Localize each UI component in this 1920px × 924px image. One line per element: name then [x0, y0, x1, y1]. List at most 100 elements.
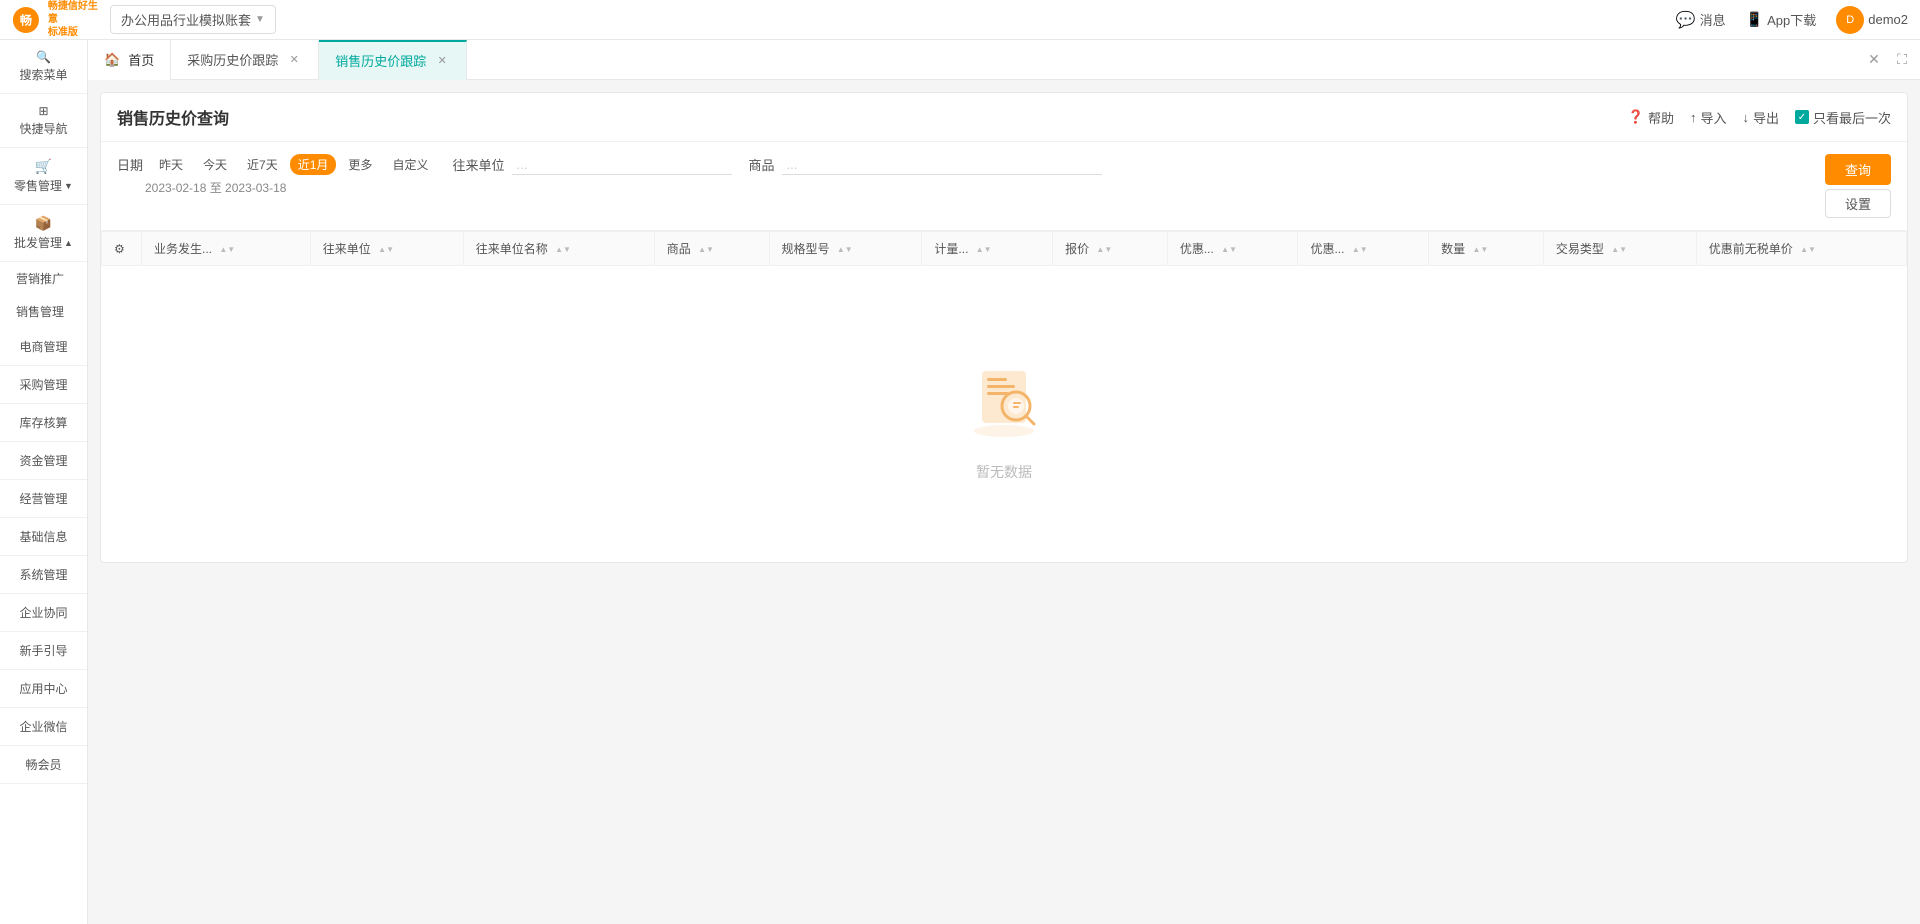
- arrow-up-icon2: ▲: [64, 238, 73, 248]
- sidebar-item-enterprise-collab[interactable]: 企业协同: [0, 594, 87, 632]
- top-bar: 畅 畅捷信好生意 标准版 办公用品行业模拟账套 ▼ 💬 消息 📱 App下载 D…: [0, 0, 1920, 40]
- settings-button[interactable]: 设置: [1825, 189, 1891, 218]
- chevron-down-icon: ▼: [255, 14, 265, 25]
- sidebar-item-inventory[interactable]: 库存核算: [0, 404, 87, 442]
- th-biz-date[interactable]: 业务发生... ▲▼: [142, 232, 311, 266]
- filter-fields: 日期 昨天 今天 近7天 近1月 更多 自定义: [117, 154, 1801, 196]
- tab-sales-history[interactable]: 销售历史价跟踪 ✕: [319, 40, 467, 80]
- th-partner-name[interactable]: 往来单位名称 ▲▼: [463, 232, 654, 266]
- sidebar-sub-sales-mgmt[interactable]: 销售管理: [0, 295, 87, 328]
- th-trade-type[interactable]: 交易类型 ▲▼: [1543, 232, 1696, 266]
- sidebar-item-vip-member[interactable]: 畅会员: [0, 746, 87, 784]
- tab-close-purchase[interactable]: ✕: [286, 52, 302, 68]
- logo-area: 畅 畅捷信好生意 标准版: [12, 0, 100, 39]
- export-btn[interactable]: ↓ 导出: [1742, 108, 1779, 127]
- wholesale-icon: 📦: [35, 215, 52, 232]
- table-body: 暂无数据: [102, 266, 1907, 563]
- tab-bar: 🏠 首页 采购历史价跟踪 ✕ 销售历史价跟踪 ✕ ✕ ⛶: [88, 40, 1920, 80]
- sidebar-sub-marketing[interactable]: 营销推广: [0, 262, 87, 295]
- sidebar-item-search-menu[interactable]: 🔍 搜索菜单: [0, 40, 87, 94]
- import-icon: ↑: [1690, 110, 1697, 125]
- download-icon: 📱: [1746, 11, 1763, 28]
- date-opt-1month[interactable]: 近1月: [290, 154, 337, 175]
- view-last-only-checkbox[interactable]: ✓ 只看最后一次: [1795, 108, 1891, 127]
- date-filter-group: 日期 昨天 今天 近7天 近1月 更多 自定义: [117, 154, 436, 175]
- th-unit[interactable]: 计量... ▲▼: [922, 232, 1053, 266]
- export-icon: ↓: [1742, 110, 1749, 125]
- tab-close-sales[interactable]: ✕: [434, 53, 450, 69]
- date-opt-7days[interactable]: 近7天: [239, 154, 286, 175]
- sort-icon-quote: ▲▼: [1096, 246, 1112, 254]
- app-selector[interactable]: 办公用品行业模拟账套 ▼: [110, 5, 276, 34]
- th-pretax-price[interactable]: 优惠前无税单价 ▲▼: [1696, 232, 1906, 266]
- page-card: 销售历史价查询 ❓ 帮助 ↑ 导入 ↓ 导出: [100, 92, 1908, 563]
- sidebar-item-finance[interactable]: 资金管理: [0, 442, 87, 480]
- help-icon: ❓: [1628, 109, 1644, 125]
- home-icon: 🏠: [104, 52, 120, 68]
- date-range-display: 2023-02-18 至 2023-03-18: [145, 179, 286, 196]
- sidebar-item-basic-info[interactable]: 基础信息: [0, 518, 87, 556]
- filter-row-1: 日期 昨天 今天 近7天 近1月 更多 自定义: [117, 154, 1801, 175]
- sidebar-item-system[interactable]: 系统管理: [0, 556, 87, 594]
- close-all-tabs-btn[interactable]: ✕: [1864, 50, 1884, 70]
- help-btn[interactable]: ❓ 帮助: [1628, 108, 1674, 127]
- query-button[interactable]: 查询: [1825, 154, 1891, 185]
- sidebar-item-operations[interactable]: 经营管理: [0, 480, 87, 518]
- page-title: 销售历史价查询: [117, 105, 229, 129]
- partner-filter-input[interactable]: ...: [512, 155, 732, 175]
- date-opt-more[interactable]: 更多: [340, 154, 380, 175]
- user-avatar-area[interactable]: D demo2: [1836, 6, 1908, 34]
- page-header: 销售历史价查询 ❓ 帮助 ↑ 导入 ↓ 导出: [101, 93, 1907, 142]
- sort-icon-quantity: ▲▼: [1472, 246, 1488, 254]
- date-filter-label: 日期: [117, 155, 143, 174]
- sidebar-item-new-guide[interactable]: 新手引导: [0, 632, 87, 670]
- gear-icon: ⚙: [114, 242, 125, 256]
- tab-home[interactable]: 🏠 首页: [88, 40, 171, 80]
- sidebar-item-wholesale-mgmt[interactable]: 📦 批发管理 ▲: [0, 205, 87, 262]
- empty-text: 暂无数据: [976, 462, 1032, 482]
- sidebar-item-app-center[interactable]: 应用中心: [0, 670, 87, 708]
- sidebar-item-quick-nav[interactable]: ⊞ 快捷导航: [0, 94, 87, 148]
- page-content: 销售历史价查询 ❓ 帮助 ↑ 导入 ↓ 导出: [88, 80, 1920, 924]
- sort-icon-discount1: ▲▼: [1221, 246, 1237, 254]
- import-btn[interactable]: ↑ 导入: [1690, 108, 1727, 127]
- sort-icon-partner-code: ▲▼: [378, 246, 394, 254]
- th-partner-code[interactable]: 往来单位 ▲▼: [310, 232, 463, 266]
- date-opt-today[interactable]: 今天: [195, 154, 235, 175]
- th-discount2[interactable]: 优惠... ▲▼: [1298, 232, 1429, 266]
- sidebar: 🔍 搜索菜单 ⊞ 快捷导航 🛒 零售管理 ▼ 📦 批发管理 ▲ 营销推广 销售管…: [0, 40, 88, 924]
- sidebar-item-retail-mgmt[interactable]: 🛒 零售管理 ▼: [0, 148, 87, 205]
- th-gear[interactable]: ⚙: [102, 232, 142, 266]
- th-quote[interactable]: 报价 ▲▼: [1053, 232, 1168, 266]
- date-opt-yesterday[interactable]: 昨天: [151, 154, 191, 175]
- message-icon: 💬: [1676, 10, 1696, 30]
- sidebar-item-ecommerce[interactable]: 电商管理: [0, 328, 87, 366]
- sort-icon-spec: ▲▼: [837, 246, 853, 254]
- fullscreen-btn[interactable]: ⛶: [1892, 50, 1912, 70]
- content-area: 🏠 首页 采购历史价跟踪 ✕ 销售历史价跟踪 ✕ ✕ ⛶ 销售历史价查询: [88, 40, 1920, 924]
- sort-icon-trade-type: ▲▼: [1611, 246, 1627, 254]
- table-section: ⚙ 业务发生... ▲▼ 往来单位 ▲▼: [101, 231, 1907, 562]
- th-goods[interactable]: 商品 ▲▼: [654, 232, 769, 266]
- sort-icon-discount2: ▲▼: [1352, 246, 1368, 254]
- date-opt-custom[interactable]: 自定义: [384, 154, 436, 175]
- goods-filter-group: 商品 ...: [748, 155, 1102, 175]
- sidebar-item-enterprise-wechat[interactable]: 企业微信: [0, 708, 87, 746]
- message-btn[interactable]: 💬 消息: [1676, 10, 1726, 30]
- checkbox-checked-icon: ✓: [1795, 110, 1809, 124]
- table-header: ⚙ 业务发生... ▲▼ 往来单位 ▲▼: [102, 232, 1907, 266]
- goods-filter-input[interactable]: ...: [782, 155, 1102, 175]
- page-header-actions: ❓ 帮助 ↑ 导入 ↓ 导出 ✓ 只看最后一次: [1628, 108, 1891, 127]
- th-quantity[interactable]: 数量 ▲▼: [1429, 232, 1544, 266]
- tab-purchase-history[interactable]: 采购历史价跟踪 ✕: [171, 40, 319, 80]
- sort-icon-goods: ▲▼: [698, 246, 714, 254]
- tab-actions: ✕ ⛶: [1864, 50, 1920, 70]
- goods-filter-label: 商品: [748, 155, 774, 174]
- empty-state-icon: [954, 346, 1054, 446]
- th-discount1[interactable]: 优惠... ▲▼: [1167, 232, 1298, 266]
- sidebar-item-purchase[interactable]: 采购管理: [0, 366, 87, 404]
- app-download-btn[interactable]: 📱 App下载: [1746, 10, 1817, 29]
- th-spec[interactable]: 规格型号 ▲▼: [769, 232, 922, 266]
- user-name: demo2: [1868, 12, 1908, 27]
- app-selector-label: 办公用品行业模拟账套: [121, 10, 251, 29]
